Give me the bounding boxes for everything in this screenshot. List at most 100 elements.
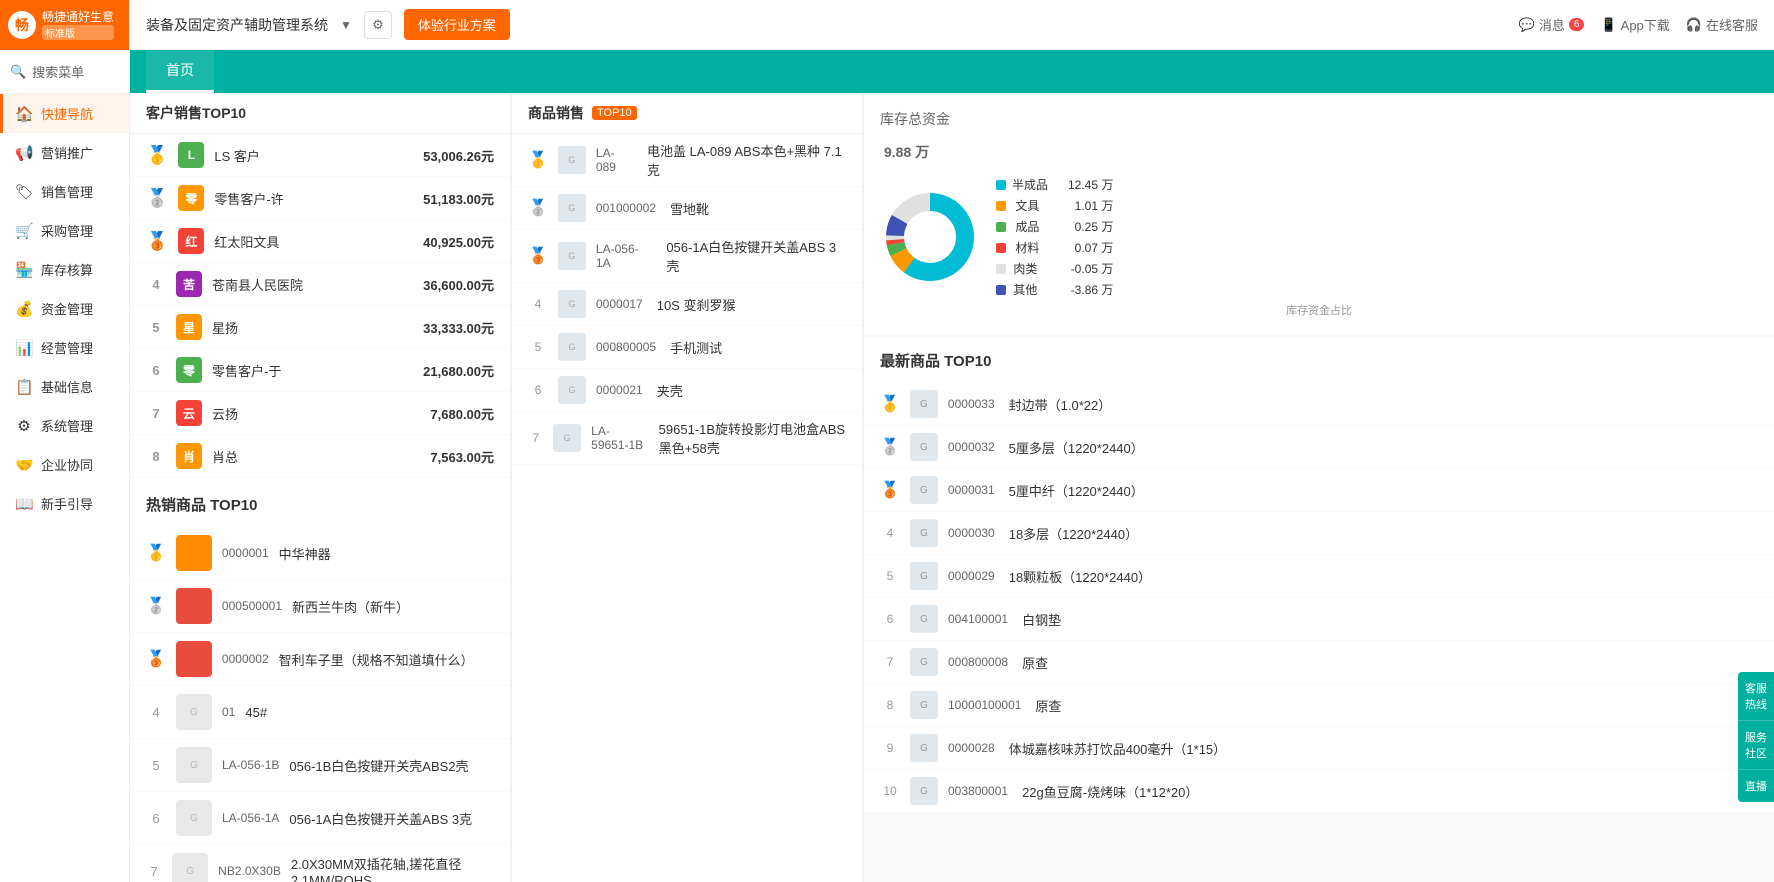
latest-rank: 5 [880,569,900,583]
app-download-label: App下载 [1621,15,1670,34]
sidebar-item-0[interactable]: 🏠快捷导航 [0,94,129,133]
top-prod-img: G [553,424,581,452]
hot-rank-num: 4 [146,705,166,720]
service-bar: 客服 热线 服务 社区 直播 [1738,672,1774,802]
latest-img: G [910,390,938,418]
latest-img: G [910,476,938,504]
sidebar-item-2[interactable]: 🏷销售管理 [0,172,129,211]
rank-name: 肖总 [212,447,420,466]
sidebar-item-10[interactable]: 📖新手引导 [0,484,129,523]
hot-product-item: 🥈000500001新西兰牛肉（新牛） [130,580,510,633]
tab-home[interactable]: 首页 [146,50,214,93]
sidebar-item-8[interactable]: ⚙系统管理 [0,406,129,445]
top-prod-name: 雪地靴 [670,199,709,218]
dropdown-arrow[interactable]: ▼ [340,18,352,32]
legend-item: 肉类-0.05 万 [996,260,1113,277]
latest-name: 5厘中纤（1220*2440） [1009,481,1144,500]
hot-product-item: 5GLA-056-1B056-1B白色按键开关壳ABS2壳 [130,739,510,792]
latest-code: 0000028 [948,741,995,755]
top-product-header: 商品销售 TOP10 [512,93,862,134]
rank-avatar: L [178,142,204,168]
sidebar-label-6: 经营管理 [41,338,93,357]
hot-rank-num: 6 [146,811,166,826]
legend-dot [996,243,1006,253]
sidebar-item-5[interactable]: 💰资金管理 [0,289,129,328]
service-live-button[interactable]: 直播 [1738,770,1774,802]
latest-code: 004100001 [948,612,1008,626]
sidebar-item-6[interactable]: 📊经营管理 [0,328,129,367]
online-service-button[interactable]: 🎧 在线客服 [1686,15,1758,34]
top-prod-rank: 4 [528,297,548,311]
top-prod-name: 59651-1B旋转投影灯电池盒ABS黑色+58壳 [659,419,846,457]
legend-label: 材料 [1015,239,1065,256]
rank-number: 4 [146,277,166,292]
rank-item: 7 云 云扬 7,680.00元 [130,392,510,435]
latest-img: G [910,519,938,547]
sidebar-icon-9: 🤝 [15,456,33,474]
hot-products-title: 热销商品 TOP10 [130,482,510,527]
cta-button[interactable]: 体验行业方案 [404,9,510,40]
rank-item: 🥉 红 红太阳文具 40,925.00元 [130,220,510,263]
search-menu-button[interactable]: 🔍 搜索菜单 [10,58,119,85]
top-prod-code: LA-056-1A [596,242,652,270]
rank-item: 🥇 L LS 客户 53,006.26元 [130,134,510,177]
sidebar-nav: 🏠快捷导航📢营销推广🏷销售管理🛒采购管理🏪库存核算💰资金管理📊经营管理📋基础信息… [0,94,129,523]
hot-thumb: G [176,694,212,730]
hot-name: 2.0X30MM双插花轴,搓花直径2.1MM/ROHS [291,854,494,882]
headset-icon: 🎧 [1686,17,1702,33]
legend-value: 0.07 万 [1075,239,1114,256]
sidebar-icon-1: 📢 [15,144,33,162]
panel-right: 库存总资金 9.88万 [864,93,1774,882]
top-product-list: 🥇GLA-089电池盖 LA-089 ABS本色+黑种 7.1克🥈G001000… [512,134,862,465]
app-download-button[interactable]: 📱 App下载 [1600,15,1669,34]
latest-name: 封边带（1.0*22） [1009,395,1112,414]
top-prod-name: 手机测试 [670,338,722,357]
legend-dot [996,201,1006,211]
rank-amount: 53,006.26元 [423,146,494,165]
latest-rank: 9 [880,741,900,755]
nav-tabs: 首页 [130,50,1774,93]
sidebar-search-area[interactable]: 🔍 搜索菜单 [0,50,129,94]
latest-rank: 7 [880,655,900,669]
hot-name: 新西兰牛肉（新牛） [292,597,409,616]
latest-name: 18颗粒板（1220*2440） [1009,567,1151,586]
sidebar-item-7[interactable]: 📋基础信息 [0,367,129,406]
donut-legend: 半成品12.45 万文具1.01 万成品0.25 万材料0.07 万肉类-0.0… [996,176,1113,298]
rank-item: 🥈 零 零售客户-许 51,183.00元 [130,177,510,220]
latest-img: G [910,648,938,676]
sidebar-item-9[interactable]: 🤝企业协同 [0,445,129,484]
top-prod-code: 000800005 [596,340,656,354]
latest-product-item: 7G000800008原查 [864,641,1774,684]
service-hotline-button[interactable]: 客服 热线 [1738,672,1774,721]
inventory-section: 库存总资金 9.88万 [864,93,1774,334]
inventory-amount-block: 9.88万 [880,133,1758,164]
hot-code: 0000002 [222,652,269,666]
sidebar-item-3[interactable]: 🛒采购管理 [0,211,129,250]
sidebar-item-4[interactable]: 🏪库存核算 [0,250,129,289]
logo-badge: 标准版 [42,25,114,40]
inventory-amount: 9.88万 [880,133,929,163]
rank-number: 6 [146,363,166,378]
latest-code: 0000029 [948,569,995,583]
sidebar-item-1[interactable]: 📢营销推广 [0,133,129,172]
legend-value: 0.25 万 [1075,218,1114,235]
settings-button[interactable]: ⚙ [364,11,392,39]
message-label: 消息 [1539,15,1565,34]
service-community-button[interactable]: 服务 社区 [1738,721,1774,770]
topbar-right: 💬 消息 6 📱 App下载 🎧 在线客服 [1519,15,1758,34]
top-prod-rank: 6 [528,383,548,397]
message-button[interactable]: 💬 消息 6 [1519,15,1585,34]
legend-item: 材料 0.07 万 [996,239,1113,256]
rank-name: 云扬 [212,404,420,423]
sidebar-icon-0: 🏠 [15,105,33,123]
top-prod-img: G [558,290,586,318]
hot-thumb [176,588,212,624]
top-prod-img: G [558,242,586,270]
sidebar-icon-8: ⚙ [15,417,33,435]
rank-avatar: 肖 [176,443,202,469]
hot-rank-num: 7 [146,864,162,879]
rank-number: 8 [146,449,166,464]
latest-product-item: 6G004100001白钢垫 [864,598,1774,641]
top-prod-code: 0000017 [596,297,643,311]
top-prod-name: 夹壳 [657,381,683,400]
